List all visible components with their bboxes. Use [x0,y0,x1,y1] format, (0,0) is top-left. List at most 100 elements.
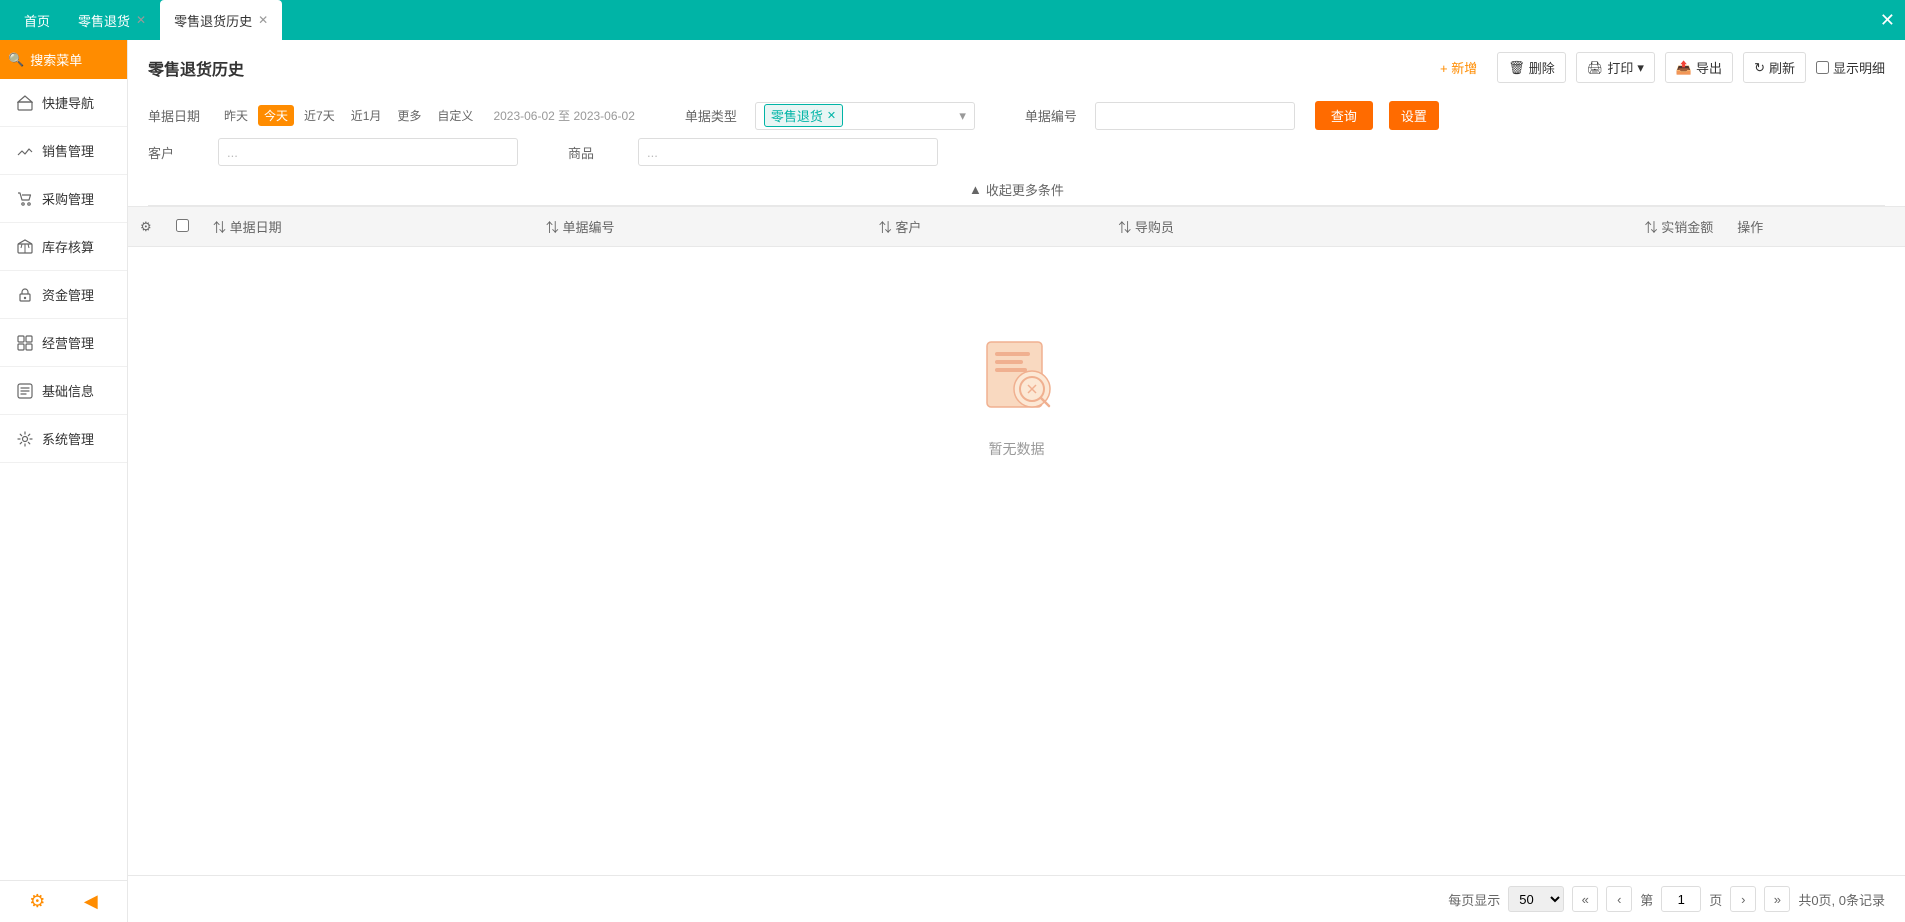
toolbar: + 新增 🗑 删除 🖨 打印 ▾ 📤 导出 ↻ [1430,52,1885,83]
collapse-row: ▲ 收起更多条件 [148,174,1885,205]
page-size-select[interactable]: 20 50 100 [1508,886,1564,912]
col-doc-date[interactable]: ⇅ 单据日期 [201,207,534,247]
sidebar-item-finance-label: 资金管理 [42,285,94,304]
last-page-button[interactable]: » [1764,886,1790,912]
doc-type-tag[interactable]: 零售退货 ✕ [764,104,843,127]
table-settings-icon[interactable]: ⚙ [140,219,152,234]
sidebar-item-basic-info-label: 基础信息 [42,381,94,400]
home-icon [16,94,34,112]
sidebar-item-basic-info[interactable]: 基础信息 [0,367,127,415]
page-title: 零售退货历史 [148,56,244,80]
goods-placeholder: ... [647,145,658,160]
print-button[interactable]: 🖨 打印 ▾ [1576,52,1655,83]
col-customer[interactable]: ⇅ 客户 [867,207,1106,247]
sidebar: 🔍 搜索菜单 快捷导航 销售管理 采购管理 库存核算 [0,40,128,922]
doc-type-select[interactable]: 零售退货 ✕ ▾ [755,102,975,130]
page-header: 零售退货历史 + 新增 🗑 删除 🖨 打印 ▾ 📤 导出 [128,40,1905,207]
table-header: ⚙ ⇅ 单据日期 ⇅ 单据编号 [128,207,1905,247]
filter-row-date: 单据日期 昨天 今天 近7天 近1月 更多 自定义 2023-06-02 至 2… [148,101,1885,130]
show-detail-checkbox[interactable] [1816,61,1829,74]
goods-select[interactable]: ... [638,138,938,166]
lock-icon [16,286,34,304]
date-range-display: 2023-06-02 至 2023-06-02 [493,107,634,124]
doc-type-tag-label: 零售退货 [771,106,823,125]
date-option-more[interactable]: 更多 [391,105,427,126]
sidebar-item-quick-nav[interactable]: 快捷导航 [0,79,127,127]
sidebar-item-sales[interactable]: 销售管理 [0,127,127,175]
print-icon: 🖨 [1587,60,1604,76]
sidebar-item-purchase[interactable]: 采购管理 [0,175,127,223]
select-all-checkbox[interactable] [176,219,189,232]
date-option-yesterday[interactable]: 昨天 [218,105,254,126]
settings-button[interactable]: 设置 [1389,101,1439,130]
pagination: 每页显示 20 50 100 « ‹ 第 页 › » 共0页, 0条记录 [128,875,1905,922]
col-action: 操作 [1725,207,1905,247]
customer-label: 客户 [148,143,208,162]
date-option-7days[interactable]: 近7天 [298,105,341,126]
col-checkbox[interactable] [164,207,201,247]
tab-home[interactable]: 首页 [10,0,64,40]
delete-icon: 🗑 [1508,60,1525,76]
sidebar-item-finance[interactable]: 资金管理 [0,271,127,319]
date-filter-label: 单据日期 [148,106,208,125]
query-button[interactable]: 查询 [1315,101,1373,130]
refresh-button[interactable]: ↻ 刷新 [1743,52,1806,83]
doc-type-label: 单据类型 [685,106,745,125]
window-close-button[interactable]: ✕ [1880,10,1895,31]
box-icon [16,238,34,256]
col-amount[interactable]: ⇅ 实销金额 [1392,207,1725,247]
tab-retail-return[interactable]: 零售退货 ✕ [64,0,160,40]
customer-select[interactable]: ... [218,138,518,166]
delete-button[interactable]: 🗑 删除 [1497,52,1566,83]
settings-footer-icon[interactable]: ⚙ [29,891,45,912]
page-number-input[interactable] [1661,886,1701,912]
tab-retail-return-close[interactable]: ✕ [136,13,146,27]
top-bar: 首页 零售退货 ✕ 零售退货历史 ✕ ✕ [0,0,1905,40]
date-options: 昨天 今天 近7天 近1月 更多 自定义 [218,105,479,126]
first-page-button[interactable]: « [1572,886,1598,912]
prev-page-button[interactable]: ‹ [1606,886,1632,912]
filter-section: 单据日期 昨天 今天 近7天 近1月 更多 自定义 2023-06-02 至 2… [148,93,1885,206]
goods-label: 商品 [568,143,628,162]
collapse-icon: ▲ [969,182,982,197]
tab-home-label: 首页 [24,11,50,30]
add-button[interactable]: + 新增 [1430,53,1487,82]
collapse-sidebar-icon[interactable]: ◀ [84,891,98,912]
tab-retail-return-history-label: 零售退货历史 [174,11,252,30]
date-option-custom[interactable]: 自定义 [431,105,479,126]
chart-icon [16,142,34,160]
show-detail-checkbox-label[interactable]: 显示明细 [1816,58,1885,77]
doc-number-input[interactable] [1095,102,1295,130]
sidebar-item-inventory[interactable]: 库存核算 [0,223,127,271]
sidebar-item-system[interactable]: 系统管理 [0,415,127,463]
col-settings[interactable]: ⚙ [128,207,164,247]
tab-retail-return-history-close[interactable]: ✕ [258,13,268,27]
collapse-button[interactable]: ▲ 收起更多条件 [961,178,1072,201]
date-option-1month[interactable]: 近1月 [345,105,388,126]
col-guide[interactable]: ⇅ 导购员 [1106,207,1392,247]
customer-placeholder: ... [227,145,238,160]
collapse-label: 收起更多条件 [986,180,1064,199]
page-unit: 页 [1709,890,1722,909]
total-text: 共0页, 0条记录 [1798,890,1885,909]
tab-retail-return-label: 零售退货 [78,11,130,30]
col-doc-number[interactable]: ⇅ 单据编号 [534,207,867,247]
empty-text: 暂无数据 [989,439,1045,459]
info-icon [16,382,34,400]
sidebar-item-sales-label: 销售管理 [42,141,94,160]
doc-type-tag-close[interactable]: ✕ [827,109,836,122]
data-table: ⚙ ⇅ 单据日期 ⇅ 单据编号 [128,207,1905,539]
next-page-button[interactable]: › [1730,886,1756,912]
page-title-row: 零售退货历史 + 新增 🗑 删除 🖨 打印 ▾ 📤 导出 [148,52,1885,83]
operations-icon [16,334,34,352]
date-option-today[interactable]: 今天 [258,105,294,126]
sidebar-search[interactable]: 🔍 搜索菜单 [0,40,127,79]
sidebar-item-operations-label: 经营管理 [42,333,94,352]
filter-row-customer: 客户 ... 商品 ... [148,138,1885,166]
export-icon: 📤 [1676,60,1692,76]
refresh-icon: ↻ [1754,60,1765,76]
sidebar-item-operations[interactable]: 经营管理 [0,319,127,367]
export-button[interactable]: 📤 导出 [1665,52,1733,83]
tab-retail-return-history[interactable]: 零售退货历史 ✕ [160,0,282,40]
search-icon: 🔍 [8,52,24,68]
